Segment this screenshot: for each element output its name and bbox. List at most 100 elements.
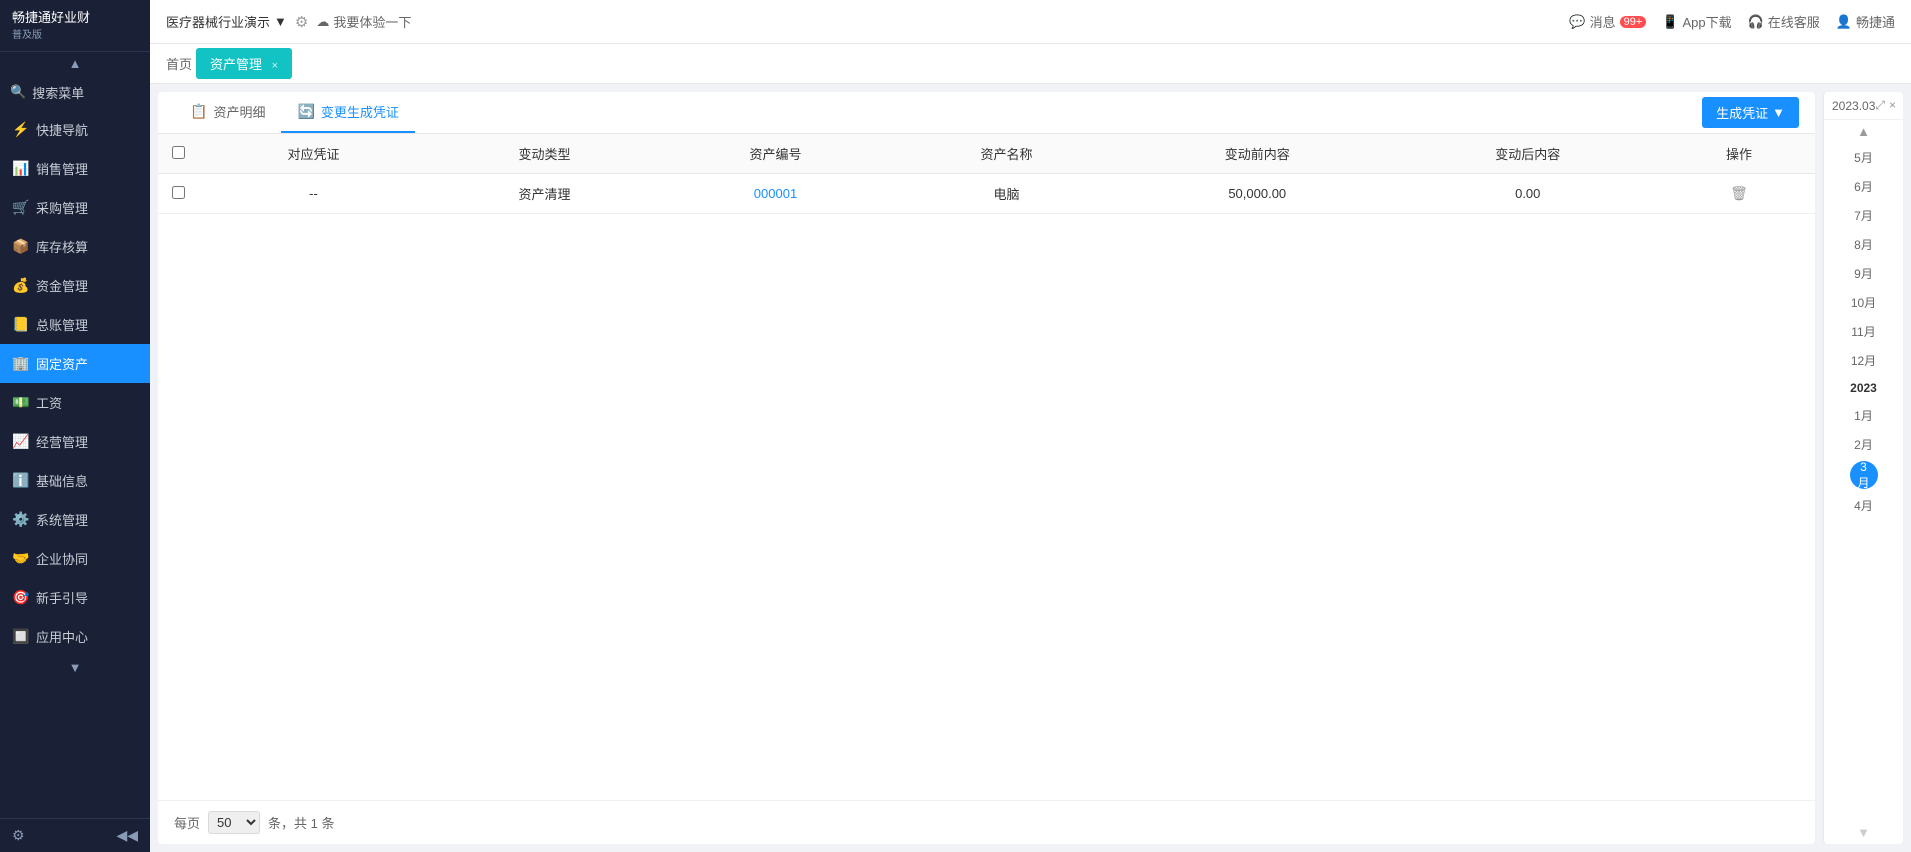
settings-gear-icon[interactable]: ⚙ — [295, 13, 308, 31]
date-month-10[interactable]: 10月 — [1824, 288, 1903, 317]
inventory-icon: 📦 — [12, 238, 28, 255]
sidebar-item-system[interactable]: ⚙️ 系统管理 — [0, 500, 150, 539]
date-panel-title: 2023.03 — [1832, 99, 1875, 113]
row-after-change: 0.00 — [1393, 174, 1664, 214]
sidebar-item-enterprise[interactable]: 🤝 企业协同 — [0, 539, 150, 578]
sidebar-item-quick-nav[interactable]: ⚡ 快捷导航 — [0, 110, 150, 149]
expand-icon[interactable]: ⤢ — [1875, 98, 1885, 113]
sidebar-item-fund[interactable]: 💰 资金管理 — [0, 266, 150, 305]
header-after-change: 变动后内容 — [1393, 134, 1664, 174]
date-month-8[interactable]: 8月 — [1824, 230, 1903, 259]
date-active-row: 3月 — [1824, 459, 1903, 491]
messages-label: 消息 — [1590, 12, 1616, 31]
close-icon[interactable]: × — [1889, 98, 1896, 113]
user-avatar-icon: 👤 — [1836, 14, 1852, 30]
sub-tabs-row: 📋 资产明细 🔄 变更生成凭证 生成凭证 ▼ — [158, 92, 1815, 134]
date-2023-month-3[interactable]: 3月 — [1850, 461, 1878, 489]
sidebar-item-ledger[interactable]: 📒 总账管理 — [0, 305, 150, 344]
sidebar-item-inventory[interactable]: 📦 库存核算 — [0, 227, 150, 266]
sidebar-scroll-down[interactable]: ▼ — [0, 656, 150, 679]
header-row: 对应凭证 变动类型 资产编号 资产名称 变动前内容 变动后内容 操作 — [158, 134, 1815, 174]
purchase-icon: 🛒 — [12, 199, 28, 216]
date-month-11[interactable]: 11月 — [1824, 317, 1903, 346]
experience-icon: ☁ — [316, 14, 329, 30]
date-2023-month-1[interactable]: 1月 — [1824, 401, 1903, 430]
sidebar-item-label: 应用中心 — [36, 627, 88, 646]
header-before-change: 变动前内容 — [1122, 134, 1393, 174]
generate-dropdown-icon: ▼ — [1772, 105, 1785, 120]
sub-tab-change-voucher[interactable]: 🔄 变更生成凭证 — [281, 92, 414, 133]
header-voucher: 对应凭证 — [198, 134, 429, 174]
messages-badge: 99+ — [1620, 16, 1647, 28]
company-name: 医疗器械行业演示 — [166, 12, 270, 31]
row-checkbox[interactable] — [172, 186, 185, 199]
sidebar-bottom: ⚙ ◀◀ — [0, 818, 150, 852]
experience-btn[interactable]: ☁ 我要体验一下 — [316, 12, 411, 31]
settings-icon[interactable]: ⚙ — [12, 827, 25, 844]
delete-btn[interactable]: 🗑 — [1730, 185, 1748, 202]
messages-btn[interactable]: 💬 消息 99+ — [1569, 12, 1646, 31]
tab-asset-management[interactable]: 资产管理 × — [196, 48, 292, 79]
date-month-12[interactable]: 12月 — [1824, 346, 1903, 375]
sidebar-scroll-up[interactable]: ▲ — [0, 52, 150, 75]
sidebar-item-label: 系统管理 — [36, 510, 88, 529]
date-month-9[interactable]: 9月 — [1824, 259, 1903, 288]
sidebar-logo: 畅捷通好业财 普及版 — [0, 0, 150, 52]
app-download-label: App下载 — [1682, 12, 1731, 31]
date-2023-month-4[interactable]: 4月 — [1824, 491, 1903, 520]
select-all-checkbox[interactable] — [172, 146, 185, 159]
sidebar-item-label: 销售管理 — [36, 159, 88, 178]
user-btn[interactable]: 👤 畅捷通 — [1836, 12, 1895, 31]
date-panel-controls: ⤢ × — [1875, 98, 1896, 113]
date-scroll-down[interactable]: ▼ — [1824, 821, 1903, 844]
phone-icon: 📱 — [1662, 14, 1678, 30]
fixed-assets-icon: 🏢 — [12, 355, 28, 372]
sub-tab-asset-detail[interactable]: 📋 资产明细 — [174, 92, 281, 133]
sidebar-search[interactable]: 🔍 搜索菜单 — [0, 75, 150, 110]
date-month-5[interactable]: 5月 — [1824, 143, 1903, 172]
generate-label: 生成凭证 — [1716, 103, 1768, 122]
generate-voucher-btn[interactable]: 生成凭证 ▼ — [1702, 97, 1799, 128]
quick-nav-icon: ⚡ — [12, 121, 28, 138]
sidebar-item-purchase[interactable]: 🛒 采购管理 — [0, 188, 150, 227]
date-scroll-up[interactable]: ▲ — [1824, 120, 1903, 143]
page-content: 📋 资产明细 🔄 变更生成凭证 生成凭证 ▼ — [158, 92, 1815, 844]
table-header: 对应凭证 变动类型 资产编号 资产名称 变动前内容 变动后内容 操作 — [158, 134, 1815, 174]
user-label: 畅捷通 — [1856, 12, 1895, 31]
experience-label: 我要体验一下 — [333, 12, 411, 31]
sidebar-item-fixed-assets[interactable]: 🏢 固定资产 — [0, 344, 150, 383]
asset-detail-icon: 📋 — [190, 103, 207, 120]
table-body: -- 资产清理 000001 电脑 50,000.00 0.00 🗑 — [158, 174, 1815, 214]
date-2023-month-2[interactable]: 2月 — [1824, 430, 1903, 459]
sidebar-item-guide[interactable]: 🎯 新手引导 — [0, 578, 150, 617]
sidebar-item-management[interactable]: 📈 经营管理 — [0, 422, 150, 461]
company-selector[interactable]: 医疗器械行业演示 ▼ — [166, 12, 287, 31]
date-month-7[interactable]: 7月 — [1824, 201, 1903, 230]
tabs-bar: 首页 资产管理 × — [150, 44, 1911, 84]
service-icon: 🎧 — [1748, 14, 1764, 30]
tab-close-icon[interactable]: × — [272, 60, 278, 72]
content-area: 📋 资产明细 🔄 变更生成凭证 生成凭证 ▼ — [150, 84, 1911, 852]
sidebar-item-label: 资金管理 — [36, 276, 88, 295]
sidebar-item-label: 工资 — [36, 393, 62, 412]
app-download-btn[interactable]: 📱 App下载 — [1662, 12, 1731, 31]
sidebar-item-payroll[interactable]: 💵 工资 — [0, 383, 150, 422]
per-page-select[interactable]: 50 10 20 100 — [208, 811, 260, 834]
sidebar-item-sales[interactable]: 📊 销售管理 — [0, 149, 150, 188]
fund-icon: 💰 — [12, 277, 28, 294]
total-label: 条，共 1 条 — [268, 813, 334, 832]
pagination: 每页 50 10 20 100 条，共 1 条 — [158, 800, 1815, 844]
collapse-icon[interactable]: ◀◀ — [116, 827, 138, 844]
row-asset-code[interactable]: 000001 — [660, 174, 891, 214]
active-tab-label: 资产管理 — [210, 57, 262, 72]
message-icon: 💬 — [1569, 14, 1585, 30]
guide-icon: 🎯 — [12, 589, 28, 606]
tab-home[interactable]: 首页 — [166, 54, 192, 73]
date-month-6[interactable]: 6月 — [1824, 172, 1903, 201]
sidebar-item-basic-info[interactable]: ℹ️ 基础信息 — [0, 461, 150, 500]
sub-tabs: 📋 资产明细 🔄 变更生成凭证 — [158, 92, 431, 133]
header-right: 💬 消息 99+ 📱 App下载 🎧 在线客服 👤 畅捷通 — [1569, 12, 1895, 31]
sidebar-item-label: 基础信息 — [36, 471, 88, 490]
sidebar-item-app-center[interactable]: 🔲 应用中心 — [0, 617, 150, 656]
online-service-btn[interactable]: 🎧 在线客服 — [1748, 12, 1820, 31]
